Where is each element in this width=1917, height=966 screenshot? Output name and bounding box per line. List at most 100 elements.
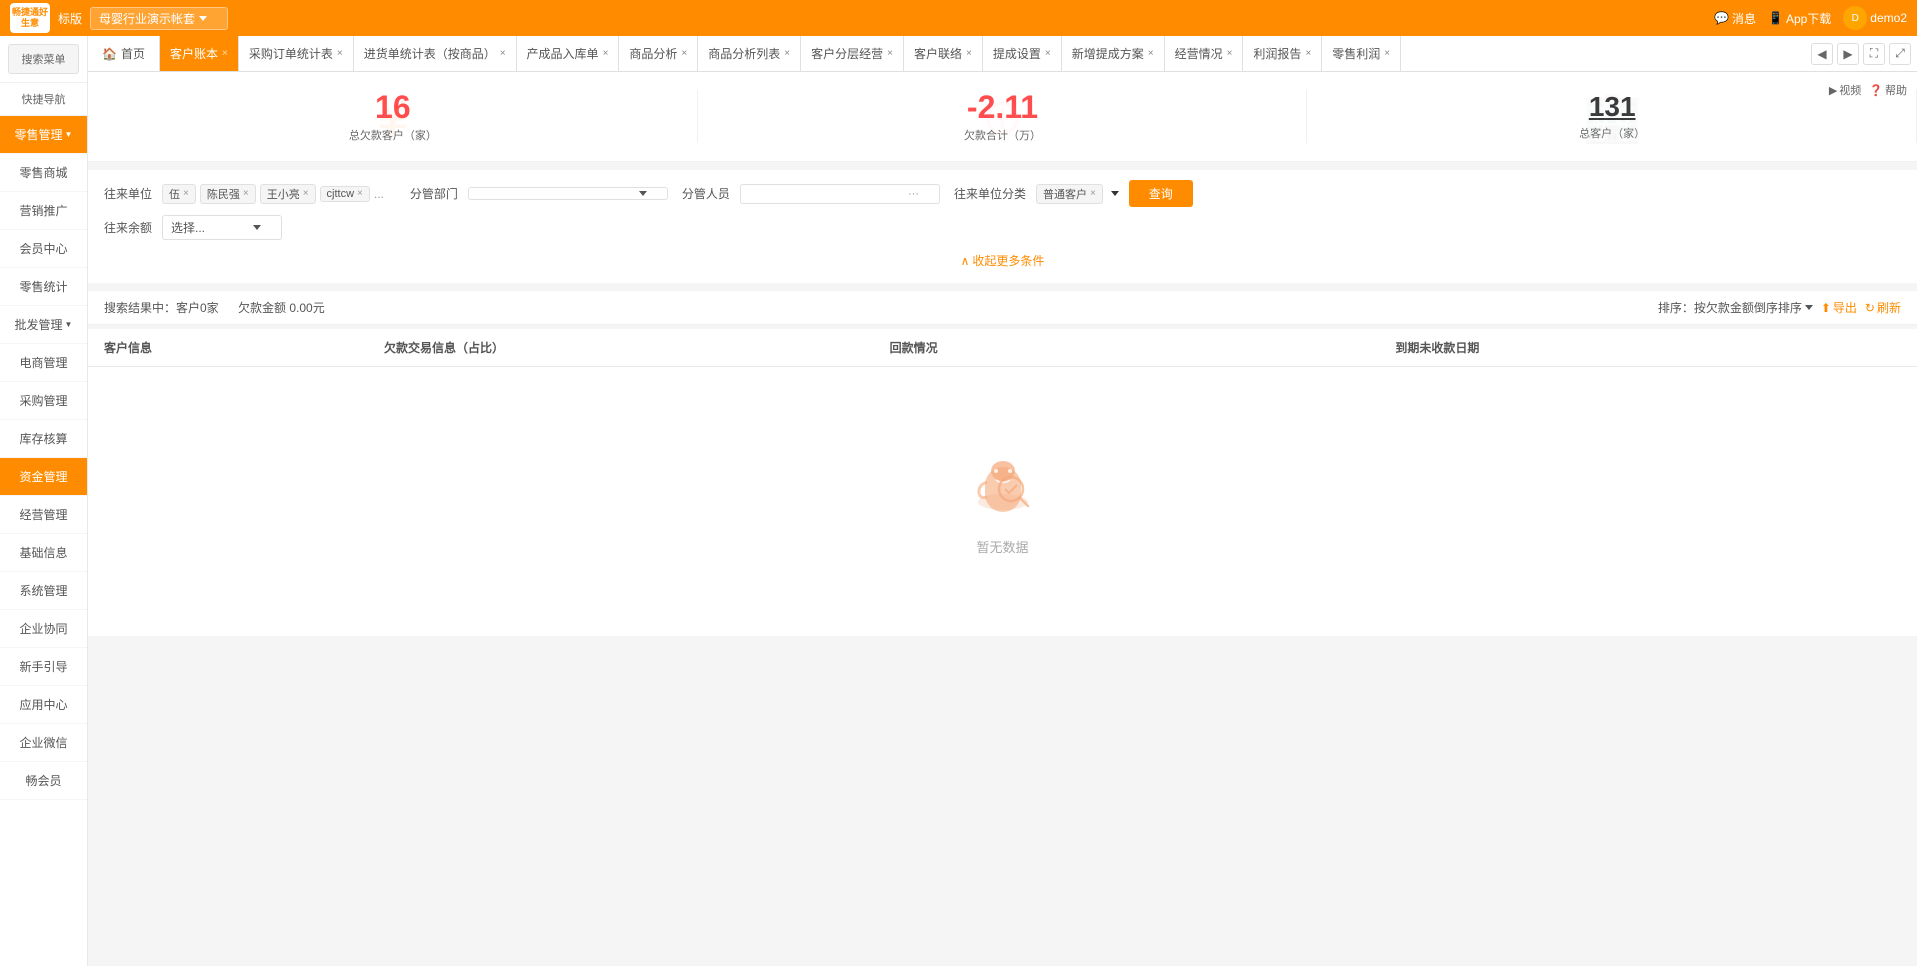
sidebar-item-system[interactable]: 系统管理 [0, 572, 87, 610]
tab-label: 进货单统计表（按商品） [364, 45, 496, 62]
balance-filter-select[interactable]: 选择... [162, 215, 282, 240]
tab-label: 产成品入库单 [527, 45, 599, 62]
tab-scroll-right-btn[interactable]: ▶ [1837, 43, 1859, 65]
person-filter-label: 分管人员 [682, 185, 730, 202]
tab-achievement-settings[interactable]: 提成设置 × [983, 36, 1062, 71]
stat-total-customers: 🏢 131 总客户（家） [1307, 72, 1917, 161]
company-selector[interactable]: 母婴行业演示帐套 [90, 7, 228, 30]
filter-tag-0[interactable]: 伍 × [162, 184, 196, 204]
sidebar-item-retail-mall[interactable]: 零售商城 [0, 154, 87, 192]
help-btn[interactable]: ❓ 帮助 [1869, 82, 1907, 98]
app-subtitle: 标版 [58, 10, 82, 27]
tab-accounts[interactable]: 客户账本 × [160, 36, 239, 71]
collapse-btn[interactable]: ∧ 收起更多条件 [961, 252, 1045, 269]
tab-close-btn[interactable]: × [222, 48, 228, 59]
message-btn[interactable]: 💬 消息 [1714, 10, 1756, 27]
quick-nav-btn[interactable]: 快捷导航 [0, 83, 87, 116]
tab-close-btn[interactable]: × [1227, 48, 1233, 59]
sidebar: 搜索菜单 快捷导航 零售管理 ▼ 零售商城 营销推广 会员中心 零售统计 批发管… [0, 36, 88, 966]
filter-tag-3[interactable]: cjttcw × [320, 186, 370, 202]
sidebar-item-ecommerce[interactable]: 电商管理 [0, 344, 87, 382]
sidebar-item-inventory[interactable]: 库存核算 [0, 420, 87, 458]
sidebar-item-corp-wechat[interactable]: 企业微信 [0, 724, 87, 762]
tab-home[interactable]: 🏠 首页 [88, 36, 160, 71]
chevron-down-icon: ▼ [65, 320, 73, 329]
results-actions: 排序：按欠款金额倒序排序 ⬆ 导出 ↻ 刷新 [1658, 299, 1901, 316]
tab-new-achievement[interactable]: 新增提成方案 × [1062, 36, 1165, 71]
results-text-area: 搜索结果中：客户0家 欠款金额 0.00元 [104, 299, 341, 316]
tab-scroll-left-btn[interactable]: ◀ [1811, 43, 1833, 65]
sidebar-item-vip-member[interactable]: 畅会员 [0, 762, 87, 800]
col-overdue-date: 到期未收款日期 [1395, 339, 1901, 356]
tab-profit-report[interactable]: 利润报告 × [1243, 36, 1322, 71]
app-download-btn[interactable]: 📱 App下载 [1768, 10, 1831, 27]
tag-close-icon[interactable]: × [357, 188, 363, 199]
sidebar-item-app-center[interactable]: 应用中心 [0, 686, 87, 724]
tab-customer-contact[interactable]: 客户联络 × [904, 36, 983, 71]
tab-close-btn[interactable]: × [1305, 48, 1311, 59]
search-menu-btn[interactable]: 搜索菜单 [8, 44, 79, 74]
tab-operation-status[interactable]: 经营情况 × [1165, 36, 1244, 71]
chevron-down-icon: ▼ [65, 130, 73, 139]
dept-filter-label: 分管部门 [410, 185, 458, 202]
refresh-btn[interactable]: ↻ 刷新 [1865, 299, 1901, 316]
tab-production-inbound[interactable]: 产成品入库单 × [517, 36, 620, 71]
tag-close-icon[interactable]: × [243, 188, 249, 199]
sidebar-item-wholesale-mgmt[interactable]: 批发管理 ▼ [0, 306, 87, 344]
top-bar-left: 畅捷通好生意 标版 母婴行业演示帐套 [10, 3, 228, 33]
video-help-btn[interactable]: ▶ 视频 [1829, 82, 1861, 98]
sidebar-item-retail-mgmt[interactable]: 零售管理 ▼ [0, 116, 87, 154]
tab-close-btn[interactable]: × [603, 48, 609, 59]
sidebar-item-retail-stats[interactable]: 零售统计 [0, 268, 87, 306]
tab-label: 客户联络 [914, 45, 962, 62]
tab-expand-btn[interactable]: ⛶ [1863, 43, 1885, 65]
tab-product-analysis-list[interactable]: 商品分析列表 × [698, 36, 801, 71]
stats-bar: ¥ 16 总欠款客户（家） ⊕ -2.11 欠款合计（万） 🏢 [88, 72, 1917, 162]
tab-inbound-stats[interactable]: 进货单统计表（按商品） × [354, 36, 517, 71]
tag-close-icon[interactable]: × [1090, 188, 1096, 199]
tab-close-btn[interactable]: × [337, 48, 343, 59]
sidebar-item-enterprise[interactable]: 企业协同 [0, 610, 87, 648]
results-info: 搜索结果中：客户0家 欠款金额 0.00元 排序：按欠款金额倒序排序 ⬆ 导出 [88, 291, 1917, 325]
sidebar-item-operation[interactable]: 经营管理 [0, 496, 87, 534]
filter-more-btn[interactable]: ... [374, 187, 384, 201]
category-tag-0[interactable]: 普通客户 × [1036, 184, 1103, 204]
tab-product-analysis[interactable]: 商品分析 × [619, 36, 698, 71]
tag-close-icon[interactable]: × [303, 188, 309, 199]
sidebar-item-newbie[interactable]: 新手引导 [0, 648, 87, 686]
sidebar-item-member-center[interactable]: 会员中心 [0, 230, 87, 268]
export-btn[interactable]: ⬆ 导出 [1821, 299, 1857, 316]
tab-close-btn[interactable]: × [1148, 48, 1154, 59]
tab-close-btn[interactable]: × [784, 48, 790, 59]
sidebar-item-label: 零售管理 [15, 126, 63, 143]
dept-filter-select[interactable] [468, 187, 668, 200]
sidebar-item-marketing[interactable]: 营销推广 [0, 192, 87, 230]
sidebar-item-basic-info[interactable]: 基础信息 [0, 534, 87, 572]
tab-close-btn[interactable]: × [1045, 48, 1051, 59]
sidebar-item-purchase[interactable]: 采购管理 [0, 382, 87, 420]
sidebar-item-label: 库存核算 [19, 432, 67, 446]
user-profile[interactable]: D demo2 [1843, 6, 1907, 30]
tab-purchase-stats[interactable]: 采购订单统计表 × [239, 36, 354, 71]
tab-retail-profit[interactable]: 零售利润 × [1322, 36, 1401, 71]
sort-select[interactable]: 排序：按欠款金额倒序排序 [1658, 299, 1813, 316]
empty-state: 暂无数据 [88, 367, 1917, 636]
query-btn[interactable]: 查询 [1129, 180, 1193, 207]
filter-tag-2[interactable]: 王小亮 × [260, 184, 316, 204]
tag-close-icon[interactable]: × [183, 188, 189, 199]
tab-close-btn[interactable]: × [966, 48, 972, 59]
person-filter-select[interactable]: ··· [740, 184, 940, 204]
tab-customer-segment[interactable]: 客户分层经营 × [801, 36, 904, 71]
tab-fullscreen-btn[interactable]: ⤢ [1889, 43, 1911, 65]
tab-close-btn[interactable]: × [500, 48, 506, 59]
tab-close-btn[interactable]: × [681, 48, 687, 59]
sidebar-search-area: 搜索菜单 [0, 36, 87, 83]
empty-illustration [963, 447, 1043, 527]
tab-close-btn[interactable]: × [887, 48, 893, 59]
filter-tag-1[interactable]: 陈民强 × [200, 184, 256, 204]
sidebar-item-capital[interactable]: 资金管理 [0, 458, 87, 496]
tab-label: 提成设置 [993, 45, 1041, 62]
tab-label: 采购订单统计表 [249, 45, 333, 62]
debt-amount-text: 欠款金额 0.00元 [238, 301, 325, 315]
tab-close-btn[interactable]: × [1384, 48, 1390, 59]
